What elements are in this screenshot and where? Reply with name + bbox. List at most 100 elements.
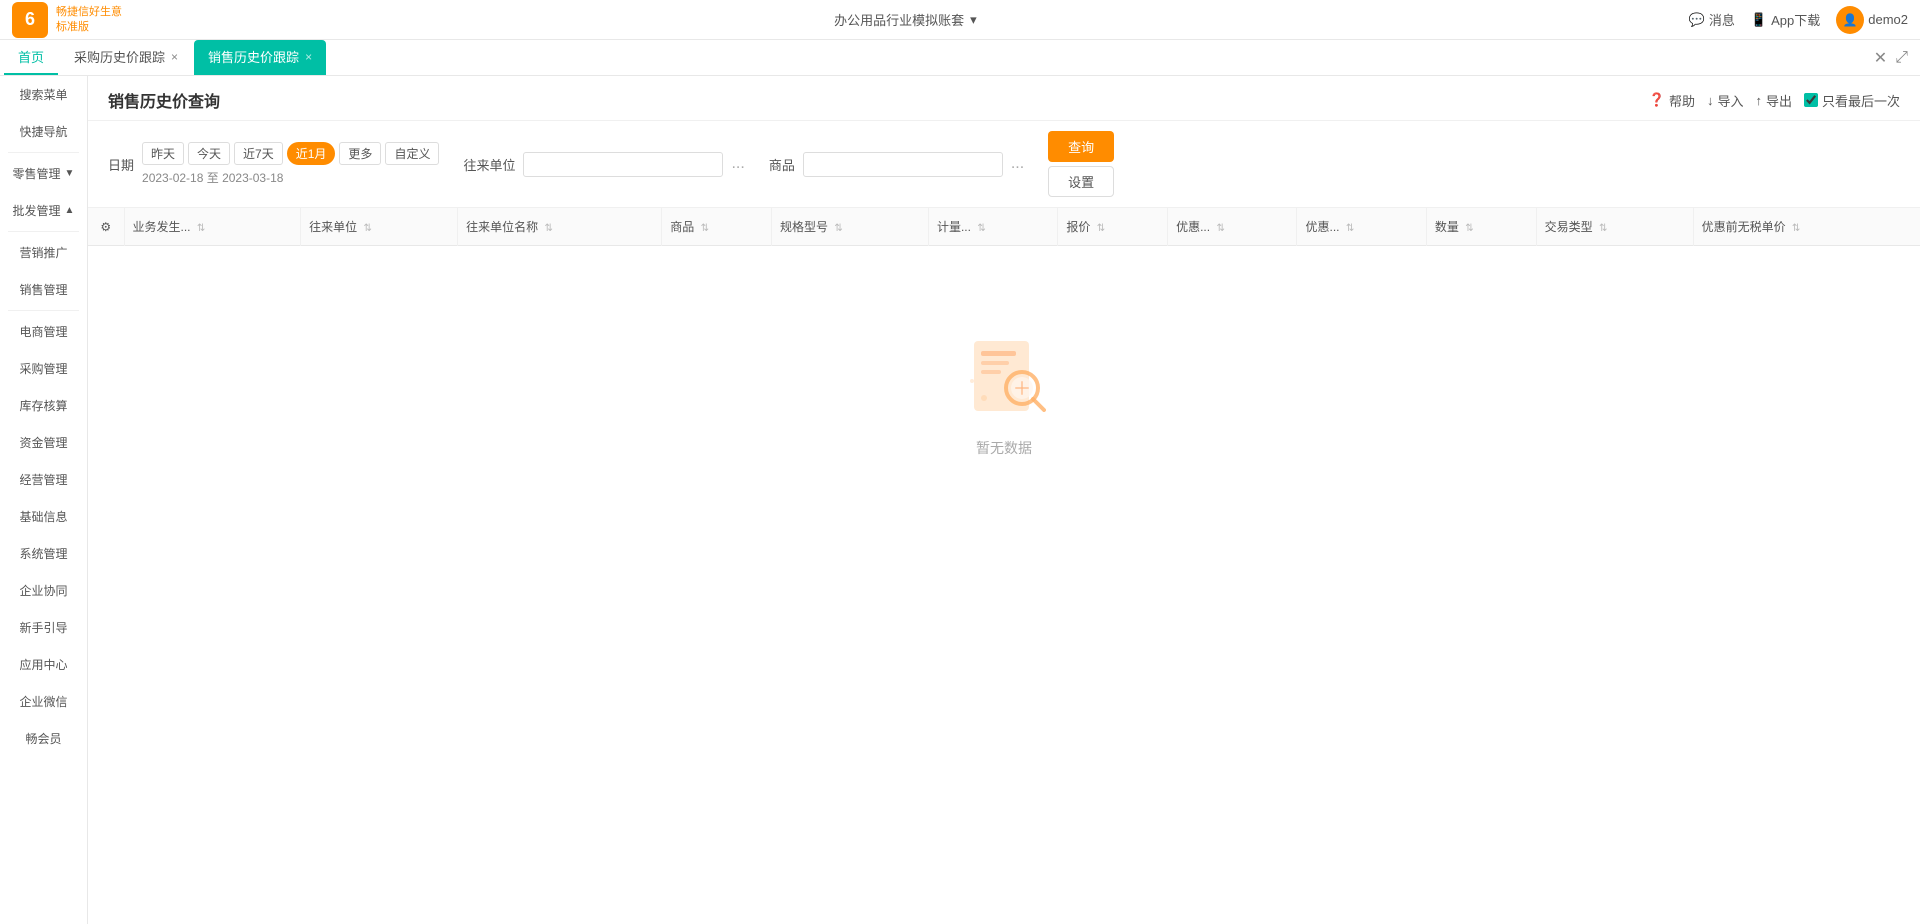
sidebar-item-retail-mgmt[interactable]: 零售管理 ▼ xyxy=(0,155,87,192)
main-layout: 搜索菜单 快捷导航 零售管理 ▼ 批发管理 ▲ 营销推广 销售管理 电商管理 采… xyxy=(0,76,1920,924)
tab-home-label: 首页 xyxy=(18,47,44,66)
empty-text: 暂无数据 xyxy=(976,438,1032,458)
content-area: 销售历史价查询 ❓ 帮助 ↓ 导入 ↑ 导出 只看最后一次 xyxy=(88,76,1920,924)
sidebar-divider-1 xyxy=(8,152,79,153)
sidebar-item-wechat[interactable]: 企业微信 xyxy=(0,683,87,720)
message-button[interactable]: 💬 消息 xyxy=(1689,10,1735,29)
export-button[interactable]: ↑ 导出 xyxy=(1755,91,1792,110)
table-col-biz-date[interactable]: 业务发生... ⇅ xyxy=(124,208,301,246)
data-table: ⚙ 业务发生... ⇅ 往来单位 ⇅ 往来单位名称 ⇅ xyxy=(88,208,1920,246)
import-button[interactable]: ↓ 导入 xyxy=(1707,91,1744,110)
table-col-unit[interactable]: 计量... ⇅ xyxy=(928,208,1057,246)
sidebar-item-basic-info[interactable]: 基础信息 xyxy=(0,498,87,535)
sidebar-item-search-menu[interactable]: 搜索菜单 xyxy=(0,76,87,113)
sidebar-item-guide[interactable]: 新手引导 xyxy=(0,609,87,646)
date-btn-yesterday[interactable]: 昨天 xyxy=(142,142,184,165)
table-col-partner-code[interactable]: 往来单位 ⇅ xyxy=(301,208,458,246)
sidebar-item-operations[interactable]: 经营管理 xyxy=(0,461,87,498)
download-icon: 📱 xyxy=(1751,12,1767,28)
date-filter-label: 日期 xyxy=(108,155,134,174)
table-col-pre-tax[interactable]: 优惠前无税单价 ⇅ xyxy=(1693,208,1920,246)
sidebar-item-wholesale-mgmt[interactable]: 批发管理 ▲ xyxy=(0,192,87,229)
product-input[interactable] xyxy=(803,152,1003,177)
page-title: 销售历史价查询 xyxy=(108,88,220,112)
product-dots-button[interactable]: ... xyxy=(1011,155,1024,173)
sidebar-item-vip[interactable]: 畅会员 xyxy=(0,720,87,757)
page-header-actions: ❓ 帮助 ↓ 导入 ↑ 导出 只看最后一次 xyxy=(1649,91,1900,110)
vip-label: 畅会员 xyxy=(25,730,61,747)
table-col-trade-type[interactable]: 交易类型 ⇅ xyxy=(1536,208,1693,246)
purchase-mgmt-label: 采购管理 xyxy=(19,360,67,377)
sort-icon-quantity: ⇅ xyxy=(1465,223,1473,234)
export-icon: ↑ xyxy=(1755,93,1762,108)
tab-purchase[interactable]: 采购历史价跟踪 × xyxy=(60,40,192,75)
sidebar-divider-3 xyxy=(8,310,79,311)
sidebar-item-inventory[interactable]: 库存核算 xyxy=(0,387,87,424)
sidebar-item-quick-nav[interactable]: 快捷导航 xyxy=(0,113,87,150)
sidebar-item-cooperation[interactable]: 企业协同 xyxy=(0,572,87,609)
sidebar-item-marketing[interactable]: 营销推广 xyxy=(0,234,87,271)
tab-sales[interactable]: 销售历史价跟踪 × xyxy=(194,40,326,75)
date-filter-group: 日期 昨天 今天 近7天 近1月 更多 自定义 2023-02-18 至 202… xyxy=(108,142,439,186)
basic-info-label: 基础信息 xyxy=(19,508,67,525)
setting-button[interactable]: 设置 xyxy=(1048,166,1114,197)
user-avatar[interactable]: 👤 demo2 xyxy=(1836,6,1908,34)
avatar: 👤 xyxy=(1836,6,1864,34)
inventory-label: 库存核算 xyxy=(19,397,67,414)
sidebar-item-sales-mgmt[interactable]: 销售管理 xyxy=(0,271,87,308)
query-actions: 查询 设置 xyxy=(1048,131,1114,197)
date-btn-1month[interactable]: 近1月 xyxy=(287,142,336,165)
quick-nav-label: 快捷导航 xyxy=(19,123,67,140)
app-selector[interactable]: 办公用品行业模拟账套 ▾ xyxy=(834,10,977,29)
tab-sales-close[interactable]: × xyxy=(305,50,312,64)
date-btn-custom[interactable]: 自定义 xyxy=(385,142,439,165)
tab-sales-label: 销售历史价跟踪 xyxy=(208,47,299,66)
sort-icon-quote: ⇅ xyxy=(1097,223,1105,234)
sidebar: 搜索菜单 快捷导航 零售管理 ▼ 批发管理 ▲ 营销推广 销售管理 电商管理 采… xyxy=(0,76,88,924)
only-last-checkbox[interactable] xyxy=(1804,93,1818,107)
partner-input[interactable] xyxy=(523,152,723,177)
table-col-product[interactable]: 商品 ⇅ xyxy=(662,208,772,246)
wholesale-mgmt-arrow: ▲ xyxy=(65,205,75,216)
table-col-discount1[interactable]: 优惠... ⇅ xyxy=(1168,208,1297,246)
message-icon: 💬 xyxy=(1689,12,1705,28)
close-window-button[interactable]: ✕ xyxy=(1874,48,1887,68)
help-icon: ❓ xyxy=(1649,92,1665,108)
only-last-checkbox-label[interactable]: 只看最后一次 xyxy=(1804,91,1900,110)
finance-label: 资金管理 xyxy=(19,434,67,451)
partner-filter-label: 往来单位 xyxy=(463,155,515,174)
retail-mgmt-label: 零售管理 xyxy=(13,165,61,182)
system-label: 系统管理 xyxy=(19,545,67,562)
help-button[interactable]: ❓ 帮助 xyxy=(1649,91,1695,110)
table-col-quote[interactable]: 报价 ⇅ xyxy=(1058,208,1168,246)
date-btn-today[interactable]: 今天 xyxy=(188,142,230,165)
sidebar-item-app-center[interactable]: 应用中心 xyxy=(0,646,87,683)
wholesale-mgmt-label: 批发管理 xyxy=(13,202,61,219)
sidebar-item-ecommerce[interactable]: 电商管理 xyxy=(0,313,87,350)
settings-icon: ⚙ xyxy=(100,220,111,234)
fullscreen-button[interactable]: ⤢ xyxy=(1895,49,1908,67)
sort-icon-discount1: ⇅ xyxy=(1216,223,1224,234)
operations-label: 经营管理 xyxy=(19,471,67,488)
app-download-button[interactable]: 📱 App下载 xyxy=(1751,10,1820,29)
date-btn-7days[interactable]: 近7天 xyxy=(234,142,283,165)
sidebar-item-purchase-mgmt[interactable]: 采购管理 xyxy=(0,350,87,387)
table-header-row: ⚙ 业务发生... ⇅ 往来单位 ⇅ 往来单位名称 ⇅ xyxy=(88,208,1920,246)
table-col-settings[interactable]: ⚙ xyxy=(88,208,124,246)
table-col-partner-name[interactable]: 往来单位名称 ⇅ xyxy=(458,208,662,246)
date-range-text: 2023-02-18 至 2023-03-18 xyxy=(142,169,439,186)
date-btn-more[interactable]: 更多 xyxy=(339,142,381,165)
date-filter-col: 昨天 今天 近7天 近1月 更多 自定义 2023-02-18 至 2023-0… xyxy=(142,142,439,186)
partner-dots-button[interactable]: ... xyxy=(731,155,744,173)
avatar-icon: 👤 xyxy=(1843,13,1858,27)
sidebar-item-system[interactable]: 系统管理 xyxy=(0,535,87,572)
table-col-spec[interactable]: 规格型号 ⇅ xyxy=(772,208,929,246)
tab-home[interactable]: 首页 xyxy=(4,40,58,75)
sidebar-item-finance[interactable]: 资金管理 xyxy=(0,424,87,461)
table-col-quantity[interactable]: 数量 ⇅ xyxy=(1426,208,1536,246)
sort-icon-discount2: ⇅ xyxy=(1346,223,1354,234)
query-button[interactable]: 查询 xyxy=(1048,131,1114,162)
tab-purchase-close[interactable]: × xyxy=(171,50,178,64)
table-col-discount2[interactable]: 优惠... ⇅ xyxy=(1297,208,1426,246)
cooperation-label: 企业协同 xyxy=(19,582,67,599)
